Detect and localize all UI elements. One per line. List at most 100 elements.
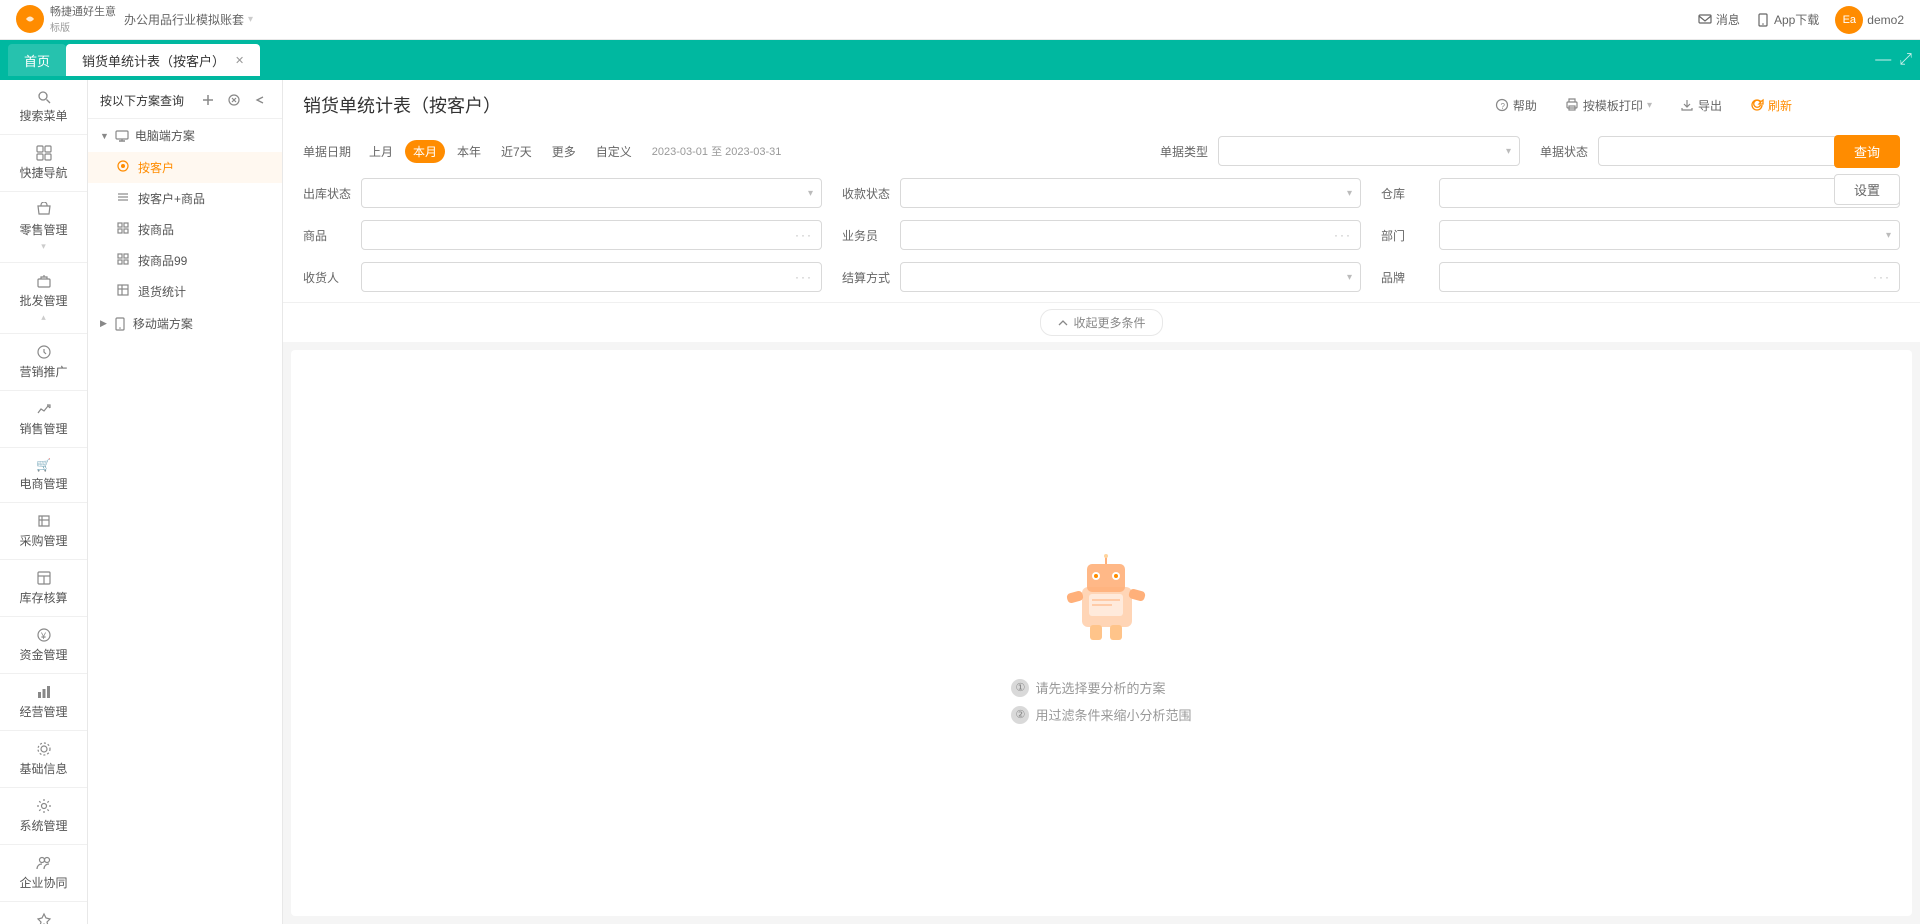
query-button[interactable]: 查询: [1834, 135, 1900, 168]
collapse-panel-button[interactable]: [250, 90, 270, 110]
empty-tip-2-text: 用过滤条件来缩小分析范围: [1035, 705, 1191, 724]
retail-expand-icon: ▾: [41, 241, 46, 252]
date-tab-custom[interactable]: 自定义: [588, 140, 640, 163]
search-icon: [37, 90, 51, 104]
scheme-item-return-stats[interactable]: 退货统计: [88, 276, 282, 307]
tip-num-2: ②: [1011, 706, 1029, 724]
print-button[interactable]: 按模板打印 ▾: [1557, 93, 1660, 118]
date-tab-this-year[interactable]: 本年: [449, 140, 489, 163]
left-panel-actions: [198, 90, 270, 110]
filter-item-product: 商品 ···: [303, 220, 822, 250]
tab-home[interactable]: 首页: [8, 44, 66, 76]
sidebar-purchase-label: 采购管理: [19, 532, 67, 549]
collect-status-select[interactable]: ▾: [900, 178, 1361, 208]
add-scheme-button[interactable]: [198, 90, 218, 110]
help-button[interactable]: ? 帮助: [1487, 93, 1545, 118]
export-button[interactable]: 导出: [1672, 93, 1730, 118]
scheme-group-desktop-title[interactable]: ▼ 电脑端方案: [88, 119, 282, 152]
consignee-select[interactable]: ···: [361, 262, 822, 292]
app-download-label: App下载: [1774, 11, 1819, 28]
sidebar-item-inventory[interactable]: 库存核算: [0, 560, 87, 617]
header-left: 畅捷通好生意 标版 办公用品行业模拟账套 ▾: [16, 5, 253, 34]
salesperson-select[interactable]: ···: [900, 220, 1361, 250]
company-icon: [36, 855, 52, 871]
sidebar-item-shortcut[interactable]: 快捷导航: [0, 135, 87, 192]
sidebar-inventory-label: 库存核算: [19, 589, 67, 606]
tab-close-icon[interactable]: ✕: [235, 54, 244, 67]
sidebar-item-basic[interactable]: 基础信息: [0, 731, 87, 788]
sidebar-item-sales[interactable]: 销售管理: [0, 391, 87, 448]
newbie-icon: [36, 912, 52, 924]
settle-method-arrow-icon: ▾: [1347, 272, 1352, 283]
app-download-button[interactable]: App下载: [1756, 11, 1819, 28]
export-icon: [1680, 98, 1694, 112]
inventory-icon: [36, 570, 52, 586]
sidebar-sales-label: 销售管理: [19, 420, 67, 437]
sidebar-item-newbie[interactable]: 新手引导: [0, 902, 87, 924]
settings-button[interactable]: 设置: [1834, 174, 1900, 205]
message-icon: [1698, 13, 1712, 27]
date-tab-last-month[interactable]: 上月: [361, 140, 401, 163]
scheme-item-by-customer-product[interactable]: 按客户+商品: [88, 183, 282, 214]
sidebar-search[interactable]: 搜索菜单: [0, 80, 87, 135]
page-actions: ? 帮助 按模板打印 ▾ 导出: [1487, 93, 1800, 118]
sidebar-item-marketing[interactable]: 营销推广: [0, 334, 87, 391]
date-tab-last7[interactable]: 近7天: [493, 140, 540, 163]
system-icon: [36, 798, 52, 814]
settle-method-select[interactable]: ▾: [900, 262, 1361, 292]
sidebar-item-wholesale[interactable]: 批发管理 ▴: [0, 263, 87, 334]
breadcrumb[interactable]: 办公用品行业模拟账套 ▾: [124, 11, 253, 28]
out-status-select[interactable]: ▾: [361, 178, 822, 208]
sidebar-item-company[interactable]: 企业协同: [0, 845, 87, 902]
date-tab-more[interactable]: 更多: [544, 140, 584, 163]
collect-status-arrow-icon: ▾: [1347, 188, 1352, 199]
sidebar-operation-label: 经营管理: [19, 703, 67, 720]
sidebar-item-retail[interactable]: 零售管理 ▾: [0, 192, 87, 263]
collapse-filters-button[interactable]: 收起更多条件: [1040, 309, 1162, 336]
consignee-dots-icon: ···: [795, 270, 813, 284]
sidebar-item-ecommerce[interactable]: 🛒 电商管理: [0, 448, 87, 503]
product-label: 商品: [303, 227, 353, 244]
edit-scheme-button[interactable]: [224, 90, 244, 110]
tab-report-label: 销货单统计表（按客户）: [82, 51, 225, 70]
sidebar-wholesale-label: 批发管理: [19, 292, 67, 309]
return-stats-scheme-label: 退货统计: [138, 283, 186, 300]
date-tab-this-month[interactable]: 本月: [405, 140, 445, 163]
avatar: Ea: [1835, 6, 1863, 34]
sidebar-system-label: 系统管理: [19, 817, 67, 834]
department-select[interactable]: ▾: [1439, 220, 1900, 250]
product-select[interactable]: ···: [361, 220, 822, 250]
sales-icon: [36, 401, 52, 417]
scheme-group-mobile-title[interactable]: ▶ 移动端方案: [88, 307, 282, 340]
filter-row-3: 商品 ··· 业务员 ···: [303, 220, 1900, 250]
user-area[interactable]: Ea demo2: [1835, 6, 1904, 34]
scheme-item-by-product[interactable]: 按商品: [88, 214, 282, 245]
query-btn-area: 查询 设置: [1834, 135, 1900, 205]
maximize-icon[interactable]: ⤢: [1899, 51, 1912, 69]
sidebar-item-system[interactable]: 系统管理: [0, 788, 87, 845]
empty-tip-2: ② 用过滤条件来缩小分析范围: [1011, 705, 1191, 724]
bill-type-label: 单据类型: [1160, 143, 1210, 160]
warehouse-select[interactable]: ···: [1439, 178, 1900, 208]
shortcut-icon: [36, 145, 52, 161]
date-filter-label: 单据日期: [303, 143, 353, 160]
sidebar-item-operation[interactable]: 经营管理: [0, 674, 87, 731]
sidebar-item-finance[interactable]: ¥ 资金管理: [0, 617, 87, 674]
filter-item-out-status: 出库状态 ▾: [303, 178, 822, 208]
scheme-item-by-customer[interactable]: 按客户: [88, 152, 282, 183]
svg-text:?: ?: [1500, 102, 1505, 111]
brand-select[interactable]: ···: [1439, 262, 1900, 292]
bill-type-select[interactable]: ▾: [1218, 136, 1520, 166]
collect-status-label: 收款状态: [842, 185, 892, 202]
minimize-icon[interactable]: —: [1875, 51, 1891, 69]
sidebar-item-purchase[interactable]: 采购管理: [0, 503, 87, 560]
scheme-item-by-product99[interactable]: 按商品99: [88, 245, 282, 276]
mobile-device-icon: [113, 317, 127, 331]
message-button[interactable]: 消息: [1698, 11, 1740, 28]
refresh-button[interactable]: 刷新: [1742, 93, 1800, 118]
tip-num-1: ①: [1011, 679, 1029, 697]
filter-row-4: 收货人 ··· 结算方式 ▾: [303, 262, 1900, 292]
tab-report[interactable]: 销货单统计表（按客户） ✕: [66, 44, 260, 76]
left-panel: 按以下方案查询 ▼ 电脑端方案: [88, 80, 283, 924]
empty-state: ① 请先选择要分析的方案 ② 用过滤条件来缩小分析范围: [291, 350, 1912, 916]
